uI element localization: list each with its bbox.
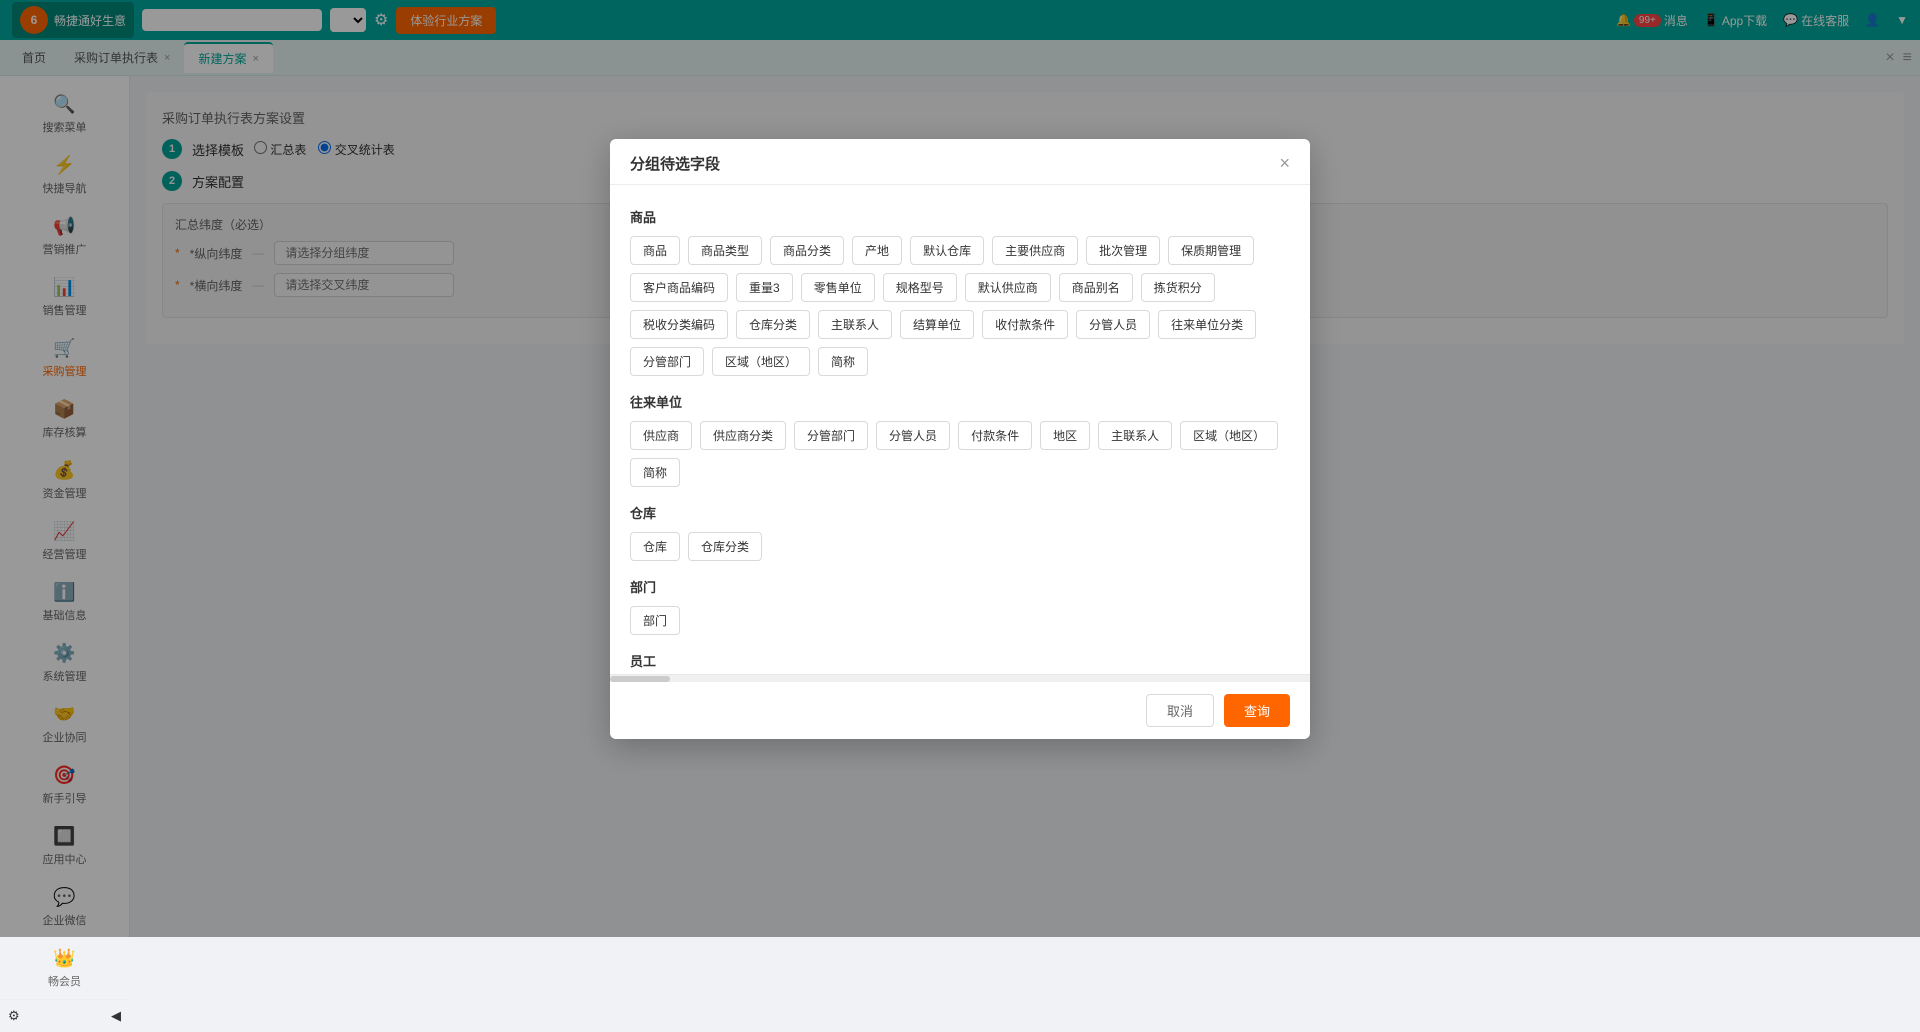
modal-body: 商品 商品 商品类型 商品分类 产地 默认仓库 主要供应商 批次管理 保质期管理… bbox=[610, 185, 1310, 675]
modal-scroll-thumb bbox=[610, 676, 670, 682]
sidebar-item-member[interactable]: 👑 畅会员 bbox=[0, 938, 129, 999]
field-spec-model[interactable]: 规格型号 bbox=[883, 273, 957, 302]
field-tax-code[interactable]: 税收分类编码 bbox=[630, 310, 728, 339]
field-partner-type[interactable]: 往来单位分类 bbox=[1158, 310, 1256, 339]
modal-overlay: 分组待选字段 × 商品 商品 商品类型 商品分类 产地 默认仓库 主要供应商 批… bbox=[0, 0, 1920, 937]
modal-select-fields: 分组待选字段 × 商品 商品 商品类型 商品分类 产地 默认仓库 主要供应商 批… bbox=[610, 139, 1310, 739]
field-supervisor[interactable]: 分管人员 bbox=[1076, 310, 1150, 339]
sidebar-collapse-btn[interactable]: ◀ bbox=[111, 1008, 121, 1024]
field-settlement-unit[interactable]: 结算单位 bbox=[900, 310, 974, 339]
cancel-button[interactable]: 取消 bbox=[1146, 694, 1214, 727]
field-area[interactable]: 地区 bbox=[1040, 421, 1090, 450]
modal-scroll-bar[interactable] bbox=[610, 674, 1310, 680]
modal-header: 分组待选字段 × bbox=[610, 139, 1310, 185]
sidebar-settings-btn[interactable]: ⚙ bbox=[8, 1008, 20, 1024]
field-payment-terms[interactable]: 收付款条件 bbox=[982, 310, 1068, 339]
field-weight3[interactable]: 重量3 bbox=[736, 273, 793, 302]
sidebar-item-member-label: 畅会员 bbox=[48, 973, 81, 989]
field-default-warehouse[interactable]: 默认仓库 bbox=[910, 236, 984, 265]
section-dept-title: 部门 bbox=[630, 577, 1290, 596]
field-dept[interactable]: 部门 bbox=[630, 606, 680, 635]
field-warehouse-cat[interactable]: 仓库分类 bbox=[736, 310, 810, 339]
field-goods-alias[interactable]: 商品别名 bbox=[1059, 273, 1133, 302]
field-short-name-partner[interactable]: 简称 bbox=[630, 458, 680, 487]
section-staff-title: 员工 bbox=[630, 651, 1290, 670]
field-pick-points[interactable]: 拣货积分 bbox=[1141, 273, 1215, 302]
section-warehouse-fields: 仓库 仓库分类 bbox=[630, 532, 1290, 561]
field-region-partner[interactable]: 区域（地区） bbox=[1180, 421, 1278, 450]
section-goods-title: 商品 bbox=[630, 207, 1290, 226]
field-customer-code[interactable]: 客户商品编码 bbox=[630, 273, 728, 302]
field-supplier-type[interactable]: 供应商分类 bbox=[700, 421, 786, 450]
field-warehouse-category[interactable]: 仓库分类 bbox=[688, 532, 762, 561]
modal-title: 分组待选字段 bbox=[630, 153, 720, 174]
field-dept-managed2[interactable]: 分管部门 bbox=[794, 421, 868, 450]
field-origin[interactable]: 产地 bbox=[852, 236, 902, 265]
section-dept-fields: 部门 bbox=[630, 606, 1290, 635]
field-default-supplier[interactable]: 默认供应商 bbox=[965, 273, 1051, 302]
field-main-contact2[interactable]: 主联系人 bbox=[1098, 421, 1172, 450]
field-main-supplier[interactable]: 主要供应商 bbox=[992, 236, 1078, 265]
section-partner-title: 往来单位 bbox=[630, 392, 1290, 411]
field-region-goods[interactable]: 区域（地区） bbox=[712, 347, 810, 376]
field-dept-managed[interactable]: 分管部门 bbox=[630, 347, 704, 376]
field-payment-terms2[interactable]: 付款条件 bbox=[958, 421, 1032, 450]
section-goods-fields: 商品 商品类型 商品分类 产地 默认仓库 主要供应商 批次管理 保质期管理 客户… bbox=[630, 236, 1290, 376]
member-icon: 👑 bbox=[53, 948, 75, 969]
field-goods[interactable]: 商品 bbox=[630, 236, 680, 265]
section-warehouse-title: 仓库 bbox=[630, 503, 1290, 522]
modal-footer: 取消 查询 bbox=[610, 681, 1310, 739]
field-short-name-goods[interactable]: 简称 bbox=[818, 347, 868, 376]
confirm-button[interactable]: 查询 bbox=[1224, 694, 1290, 727]
field-supervisor2[interactable]: 分管人员 bbox=[876, 421, 950, 450]
field-goods-category[interactable]: 商品分类 bbox=[770, 236, 844, 265]
section-partner-fields: 供应商 供应商分类 分管部门 分管人员 付款条件 地区 主联系人 区域（地区） … bbox=[630, 421, 1290, 487]
field-expiry-mgmt[interactable]: 保质期管理 bbox=[1168, 236, 1254, 265]
modal-close-btn[interactable]: × bbox=[1279, 153, 1290, 174]
field-supplier[interactable]: 供应商 bbox=[630, 421, 692, 450]
field-goods-type[interactable]: 商品类型 bbox=[688, 236, 762, 265]
sidebar-bottom: ⚙ ◀ bbox=[0, 999, 129, 1032]
field-batch-mgmt[interactable]: 批次管理 bbox=[1086, 236, 1160, 265]
field-main-contact[interactable]: 主联系人 bbox=[818, 310, 892, 339]
field-warehouse[interactable]: 仓库 bbox=[630, 532, 680, 561]
field-retail-unit[interactable]: 零售单位 bbox=[801, 273, 875, 302]
